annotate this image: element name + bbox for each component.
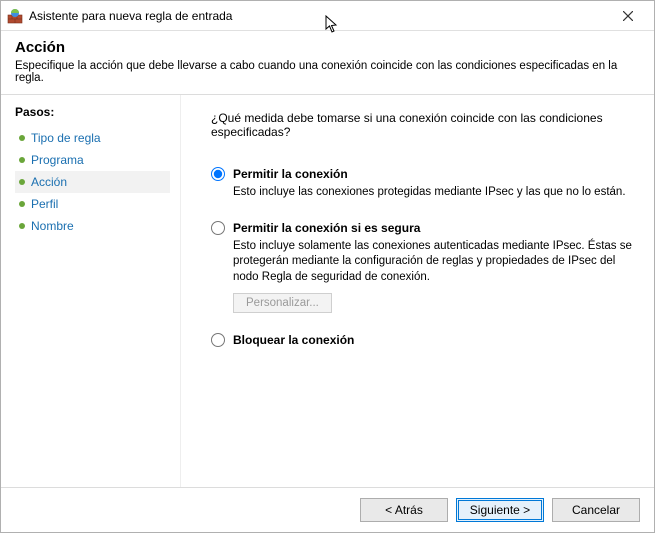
step-bullet-icon [19, 201, 25, 207]
option-block: Bloquear la conexión [211, 333, 634, 347]
step-bullet-icon [19, 157, 25, 163]
option-allow-secure: Permitir la conexión si es segura Esto i… [211, 221, 634, 314]
cancel-button[interactable]: Cancelar [552, 498, 640, 522]
step-perfil[interactable]: Perfil [15, 193, 170, 215]
option-allow-secure-desc: Esto incluye solamente las conexiones au… [233, 239, 634, 286]
question-text: ¿Qué medida debe tomarse si una conexión… [211, 111, 634, 139]
customize-button: Personalizar... [233, 293, 332, 313]
step-label: Nombre [31, 219, 74, 233]
step-label: Tipo de regla [31, 131, 101, 145]
radio-block[interactable] [211, 333, 225, 347]
radio-allow[interactable] [211, 167, 225, 181]
titlebar: Asistente para nueva regla de entrada [1, 1, 654, 31]
close-icon [623, 11, 633, 21]
option-allow-label: Permitir la conexión [233, 167, 348, 181]
option-allow-secure-label: Permitir la conexión si es segura [233, 221, 420, 235]
option-allow-secure-row[interactable]: Permitir la conexión si es segura [211, 221, 634, 235]
steps-sidebar: Pasos: Tipo de regla Programa Acción Per… [1, 95, 181, 487]
step-accion[interactable]: Acción [15, 171, 170, 193]
radio-allow-secure[interactable] [211, 221, 225, 235]
step-label: Acción [31, 175, 67, 189]
option-allow-desc: Esto incluye las conexiones protegidas m… [233, 185, 634, 201]
back-button[interactable]: < Atrás [360, 498, 448, 522]
page-subtitle: Especifique la acción que debe llevarse … [15, 60, 640, 84]
option-allow-row[interactable]: Permitir la conexión [211, 167, 634, 181]
window-title: Asistente para nueva regla de entrada [29, 9, 608, 23]
page-title: Acción [15, 39, 640, 56]
step-bullet-icon [19, 135, 25, 141]
step-label: Programa [31, 153, 84, 167]
next-button[interactable]: Siguiente > [456, 498, 544, 522]
option-allow: Permitir la conexión Esto incluye las co… [211, 167, 634, 201]
wizard-footer: < Atrás Siguiente > Cancelar [1, 487, 654, 532]
content-pane: ¿Qué medida debe tomarse si una conexión… [181, 95, 654, 487]
option-block-label: Bloquear la conexión [233, 333, 354, 347]
wizard-header: Acción Especifique la acción que debe ll… [1, 31, 654, 95]
firewall-icon [7, 8, 23, 24]
step-nombre[interactable]: Nombre [15, 215, 170, 237]
step-programa[interactable]: Programa [15, 149, 170, 171]
steps-label: Pasos: [15, 105, 170, 119]
option-block-row[interactable]: Bloquear la conexión [211, 333, 634, 347]
close-button[interactable] [608, 2, 648, 30]
step-label: Perfil [31, 197, 58, 211]
wizard-body: Pasos: Tipo de regla Programa Acción Per… [1, 95, 654, 487]
step-bullet-icon [19, 223, 25, 229]
step-tipo-de-regla[interactable]: Tipo de regla [15, 127, 170, 149]
step-bullet-icon [19, 179, 25, 185]
